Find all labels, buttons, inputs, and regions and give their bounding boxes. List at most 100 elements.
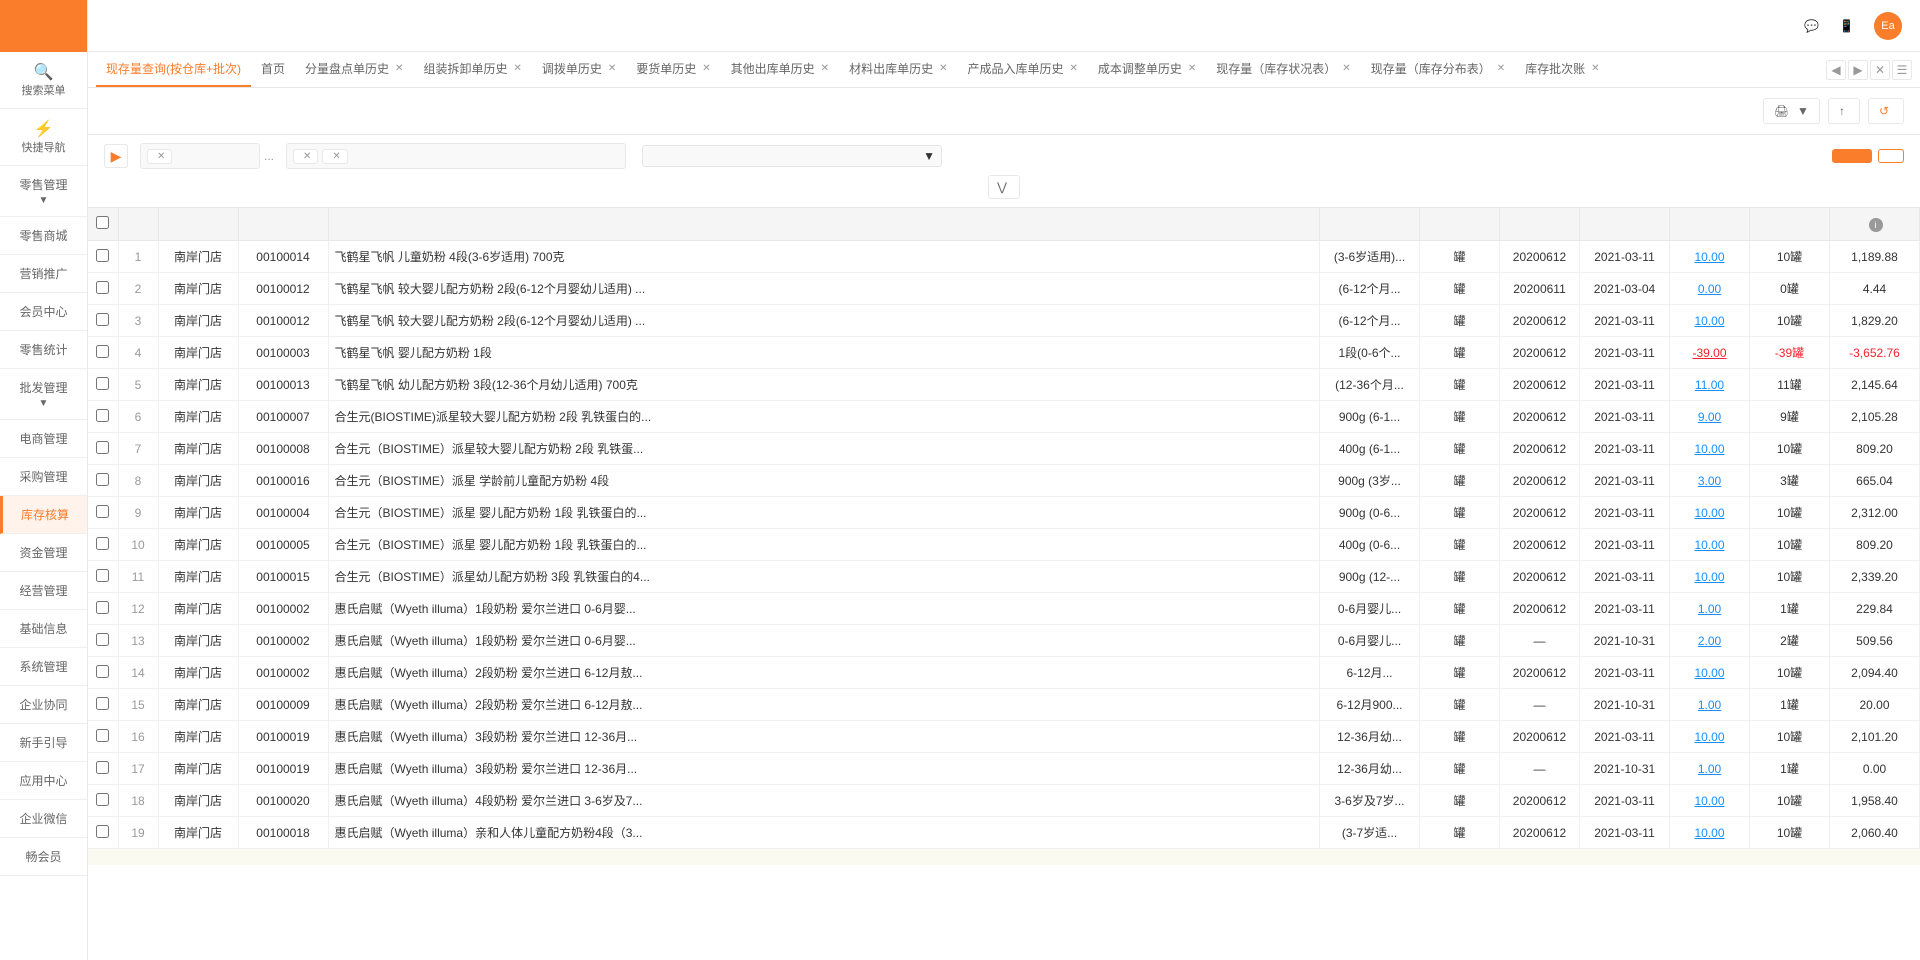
sidebar-item-wholesale[interactable]: 批发管理▼ (0, 369, 87, 420)
print-button[interactable]: 🖨 ▼ (1763, 98, 1820, 124)
expand-more-conditions-button[interactable]: ⋁ (988, 175, 1020, 199)
tab-home[interactable]: 首页 (251, 52, 295, 87)
tab-other-out-history[interactable]: 其他出库单历史✕ (721, 52, 839, 87)
tab-disassemble-history[interactable]: 组装拆卸单历史✕ (413, 52, 531, 87)
row-qty-main[interactable]: 10.00 (1670, 817, 1750, 849)
query-button[interactable] (1832, 149, 1872, 163)
sidebar-item-member[interactable]: 畅会员 (0, 838, 87, 876)
tab-requisition-history[interactable]: 要货单历史✕ (626, 52, 720, 87)
app-download-action[interactable]: 📱 (1839, 19, 1858, 33)
color-select[interactable]: ▼ (642, 145, 942, 167)
row-checkbox[interactable] (96, 793, 109, 806)
sidebar-item-marketing[interactable]: 营销推广 (0, 255, 87, 293)
row-qty-main[interactable]: 10.00 (1670, 497, 1750, 529)
product-tag-1-close-icon[interactable]: ✕ (303, 151, 311, 162)
row-checkbox[interactable] (96, 313, 109, 326)
row-qty-main[interactable]: 9.00 (1670, 401, 1750, 433)
filter-expand-left-btn[interactable]: ▶ (104, 144, 128, 168)
tab-stock-query[interactable]: 现存量查询(按仓库+批次) (96, 52, 251, 87)
row-qty-main[interactable]: 1.00 (1670, 593, 1750, 625)
sidebar-item-zero-mall[interactable]: 零售商城 (0, 217, 87, 255)
row-qty-main[interactable]: 11.00 (1670, 369, 1750, 401)
amount-info-icon[interactable]: i (1869, 218, 1883, 232)
row-qty-main[interactable]: 10.00 (1670, 241, 1750, 273)
sidebar-item-operations[interactable]: 经营管理 (0, 572, 87, 610)
user-area[interactable]: Ea (1874, 12, 1908, 40)
row-checkbox[interactable] (96, 665, 109, 678)
row-checkbox[interactable] (96, 505, 109, 518)
row-checkbox[interactable] (96, 569, 109, 582)
tab-cost-adjust-history[interactable]: 成本调整单历史✕ (1088, 52, 1206, 87)
product-tag-2-close-icon[interactable]: ✕ (332, 151, 340, 162)
row-qty-main[interactable]: 10.00 (1670, 305, 1750, 337)
row-qty-main[interactable]: 10.00 (1670, 785, 1750, 817)
sidebar-item-enterprise-wechat[interactable]: 企业微信 (0, 800, 87, 838)
row-qty-main[interactable]: 1.00 (1670, 753, 1750, 785)
row-checkbox[interactable] (96, 601, 109, 614)
tab-batch-accounts[interactable]: 库存批次账✕ (1515, 52, 1609, 87)
tab-close-icon[interactable]: ✕ (821, 63, 829, 74)
tab-close-icon[interactable]: ✕ (395, 63, 403, 74)
sidebar-item-zero-stats[interactable]: 零售统计 (0, 331, 87, 369)
export-button[interactable]: ↑ (1828, 98, 1860, 124)
tab-prev-button[interactable]: ◀ (1826, 60, 1846, 80)
tab-stock-dist[interactable]: 现存量（库存分布表）✕ (1361, 52, 1515, 87)
sidebar-item-enterprise[interactable]: 企业协同 (0, 686, 87, 724)
tab-close-icon[interactable]: ✕ (702, 63, 710, 74)
product-tag-area[interactable]: ✕ ✕ (286, 143, 626, 169)
tab-close-icon[interactable]: ✕ (1591, 63, 1599, 74)
tab-stock-status[interactable]: 现存量（库存状况表）✕ (1206, 52, 1360, 87)
warehouse-tag-area[interactable]: ✕ (140, 143, 260, 169)
sidebar-item-app-center[interactable]: 应用中心 (0, 762, 87, 800)
row-qty-main[interactable]: 10.00 (1670, 657, 1750, 689)
row-checkbox[interactable] (96, 281, 109, 294)
row-qty-main[interactable]: 10.00 (1670, 433, 1750, 465)
search-menu-item[interactable]: 🔍 搜索菜单 (0, 52, 87, 109)
row-checkbox[interactable] (96, 761, 109, 774)
sidebar-item-inventory[interactable]: 库存核算 (0, 496, 87, 534)
warehouse-dots[interactable]: ... (264, 149, 274, 163)
product-tag-2[interactable]: ✕ (322, 149, 347, 164)
tab-pick-history[interactable]: 调拨单历史✕ (532, 52, 626, 87)
row-qty-main[interactable]: 1.00 (1670, 689, 1750, 721)
row-checkbox[interactable] (96, 409, 109, 422)
row-checkbox[interactable] (96, 697, 109, 710)
row-checkbox[interactable] (96, 441, 109, 454)
sidebar-item-purchase[interactable]: 采购管理 (0, 458, 87, 496)
tab-close-icon[interactable]: ✕ (608, 63, 616, 74)
row-qty-main[interactable]: 3.00 (1670, 465, 1750, 497)
sidebar-item-system[interactable]: 系统管理 (0, 648, 87, 686)
sidebar-item-basic-info[interactable]: 基础信息 (0, 610, 87, 648)
row-checkbox[interactable] (96, 473, 109, 486)
tab-next-button[interactable]: ▶ (1848, 60, 1868, 80)
row-checkbox[interactable] (96, 825, 109, 838)
sidebar-item-new-guide[interactable]: 新手引导 (0, 724, 87, 762)
tab-product-in-history[interactable]: 产成品入库单历史✕ (957, 52, 1087, 87)
setting-button[interactable] (1878, 149, 1904, 163)
tab-close-button[interactable]: ✕ (1870, 60, 1890, 80)
warehouse-tag[interactable]: ✕ (147, 149, 172, 164)
sidebar-item-ecommerce[interactable]: 电商管理 (0, 420, 87, 458)
tab-menu-button[interactable]: ☰ (1892, 60, 1912, 80)
row-qty-main[interactable]: 2.00 (1670, 625, 1750, 657)
tab-material-out-history[interactable]: 材料出库单历史✕ (839, 52, 957, 87)
tab-close-icon[interactable]: ✕ (1497, 63, 1505, 74)
tab-close-icon[interactable]: ✕ (939, 63, 947, 74)
sidebar-item-zero-management[interactable]: 零售管理▼ (0, 166, 87, 217)
row-checkbox[interactable] (96, 633, 109, 646)
tab-close-icon[interactable]: ✕ (513, 63, 521, 74)
sidebar-item-member-center[interactable]: 会员中心 (0, 293, 87, 331)
row-qty-main[interactable]: -39.00 (1670, 337, 1750, 369)
warehouse-tag-close-icon[interactable]: ✕ (157, 151, 165, 162)
row-checkbox[interactable] (96, 537, 109, 550)
product-tag-1[interactable]: ✕ (293, 149, 318, 164)
tab-close-icon[interactable]: ✕ (1188, 63, 1196, 74)
row-checkbox[interactable] (96, 729, 109, 742)
refresh-button[interactable]: ↺ (1868, 98, 1904, 124)
sidebar-item-finance[interactable]: 资金管理 (0, 534, 87, 572)
row-qty-main[interactable]: 0.00 (1670, 273, 1750, 305)
select-all-checkbox[interactable] (96, 216, 109, 229)
messages-action[interactable]: 💬 (1804, 19, 1823, 33)
row-qty-main[interactable]: 10.00 (1670, 529, 1750, 561)
quick-nav-item[interactable]: ⚡ 快捷导航 (0, 109, 87, 166)
